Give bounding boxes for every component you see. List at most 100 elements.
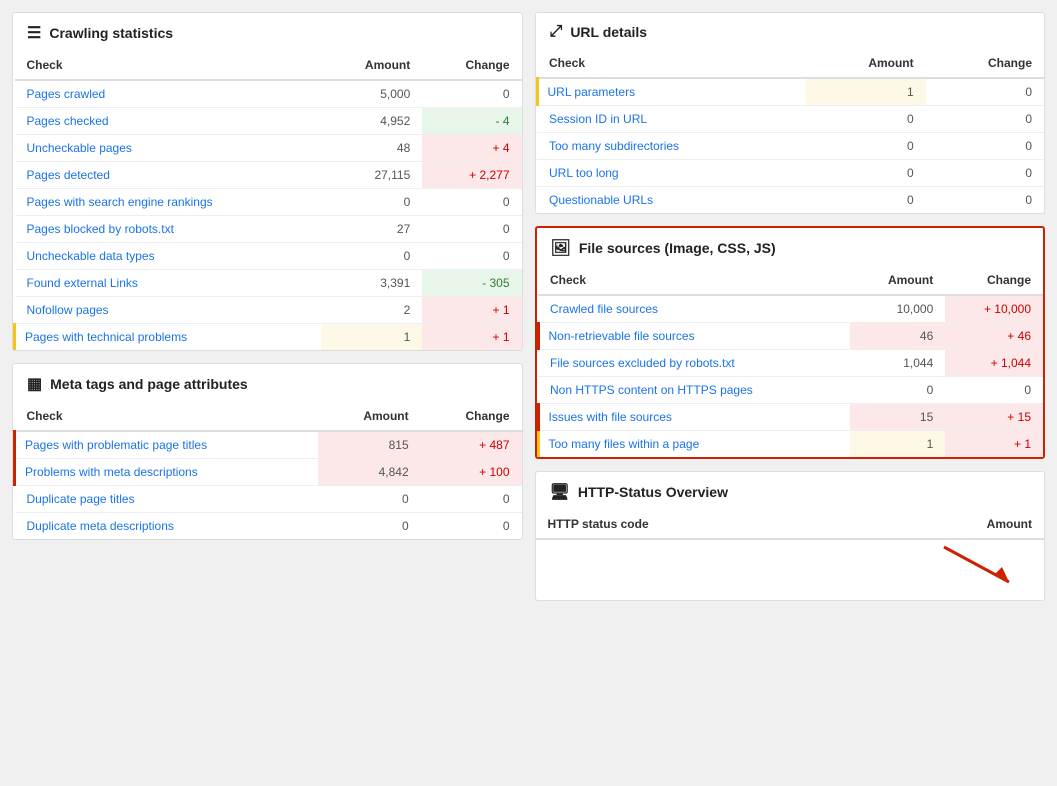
- right-column: ⤢ URL details Check Amount Change URL pa…: [535, 12, 1046, 601]
- check-label[interactable]: Duplicate page titles: [15, 486, 318, 513]
- amount-cell: 3,391: [321, 270, 422, 297]
- left-column: ☰ Crawling statistics Check Amount Chang…: [12, 12, 523, 601]
- change-cell: + 2,277: [422, 162, 521, 189]
- change-cell: - 4: [422, 108, 521, 135]
- crawling-statistics-table: Check Amount Change Pages crawled5,0000P…: [13, 51, 522, 350]
- red-arrow-icon: [934, 537, 1024, 590]
- file-sources-header: 🖼 File sources (Image, CSS, JS): [537, 228, 1044, 266]
- check-label[interactable]: Issues with file sources: [538, 404, 850, 431]
- file-sources-title: File sources (Image, CSS, JS): [579, 240, 776, 256]
- check-label[interactable]: Pages detected: [15, 162, 322, 189]
- meta-tags-header: ▦ Meta tags and page attributes: [13, 364, 522, 402]
- amount-cell: 27: [321, 216, 422, 243]
- change-cell: 0: [926, 133, 1044, 160]
- amount-cell: 1: [321, 324, 422, 351]
- url-details-card: ⤢ URL details Check Amount Change URL pa…: [535, 12, 1046, 214]
- amount-cell: 5,000: [321, 80, 422, 108]
- amount-cell: 0: [850, 377, 945, 404]
- list-icon: ☰: [27, 23, 41, 43]
- check-label[interactable]: URL parameters: [537, 78, 805, 106]
- change-cell: 0: [421, 513, 522, 540]
- check-label[interactable]: File sources excluded by robots.txt: [538, 350, 850, 377]
- check-label[interactable]: Pages blocked by robots.txt: [15, 216, 322, 243]
- check-label[interactable]: Crawled file sources: [538, 295, 850, 323]
- amount-cell: 15: [850, 404, 945, 431]
- change-cell: 0: [945, 377, 1043, 404]
- table-row: Pages checked4,952- 4: [15, 108, 522, 135]
- image-icon: 🖼: [551, 238, 571, 258]
- url-details-title: URL details: [570, 24, 647, 40]
- table-row: Uncheckable pages48+ 4: [15, 135, 522, 162]
- amount-cell: 1,044: [850, 350, 945, 377]
- meta-tags-title: Meta tags and page attributes: [50, 376, 248, 392]
- table-row: URL too long00: [537, 160, 1044, 187]
- table-row: Questionable URLs00: [537, 187, 1044, 214]
- check-label[interactable]: Pages with problematic page titles: [15, 431, 318, 459]
- change-cell: 0: [926, 160, 1044, 187]
- check-label[interactable]: Non-retrievable file sources: [538, 323, 850, 350]
- check-label[interactable]: Found external Links: [15, 270, 322, 297]
- check-label[interactable]: Too many subdirectories: [537, 133, 805, 160]
- change-cell: 0: [926, 106, 1044, 133]
- check-label[interactable]: Questionable URLs: [537, 187, 805, 214]
- change-cell: + 487: [421, 431, 522, 459]
- change-cell: + 46: [945, 323, 1043, 350]
- check-label[interactable]: Uncheckable pages: [15, 135, 322, 162]
- amount-cell: 2: [321, 297, 422, 324]
- url-details-table: Check Amount Change URL parameters10Sess…: [536, 49, 1045, 213]
- http-status-header: 🖥 HTTP-Status Overview: [536, 472, 1045, 510]
- crawling-statistics-title: Crawling statistics: [49, 25, 173, 41]
- check-label[interactable]: Pages crawled: [15, 80, 322, 108]
- check-label[interactable]: Non HTTPS content on HTTPS pages: [538, 377, 850, 404]
- change-cell: 0: [422, 189, 521, 216]
- amount-cell: 0: [318, 513, 421, 540]
- table-row: Crawled file sources10,000+ 10,000: [538, 295, 1043, 323]
- change-cell: + 10,000: [945, 295, 1043, 323]
- http-status-card: 🖥 HTTP-Status Overview HTTP status code …: [535, 471, 1046, 601]
- monitor-icon: 🖥: [550, 482, 570, 502]
- check-label[interactable]: URL too long: [537, 160, 805, 187]
- table-row: Too many files within a page1+ 1: [538, 431, 1043, 458]
- change-cell: + 15: [945, 404, 1043, 431]
- check-label[interactable]: Too many files within a page: [538, 431, 850, 458]
- table-row: Duplicate page titles00: [15, 486, 522, 513]
- table-row: Problems with meta descriptions4,842+ 10…: [15, 459, 522, 486]
- table-row: Pages blocked by robots.txt270: [15, 216, 522, 243]
- table-row: Uncheckable data types00: [15, 243, 522, 270]
- change-cell: + 100: [421, 459, 522, 486]
- table-row: Session ID in URL00: [537, 106, 1044, 133]
- http-col-amount: Amount: [863, 510, 1044, 539]
- check-label[interactable]: Nofollow pages: [15, 297, 322, 324]
- barcode-icon: ▦: [27, 374, 42, 394]
- file-sources-table: Check Amount Change Crawled file sources…: [537, 266, 1044, 457]
- check-label[interactable]: Uncheckable data types: [15, 243, 322, 270]
- amount-cell: 27,115: [321, 162, 422, 189]
- crawling-col-check: Check: [15, 51, 322, 80]
- url-details-header: ⤢ URL details: [536, 13, 1045, 49]
- change-cell: + 1,044: [945, 350, 1043, 377]
- url-col-check: Check: [537, 49, 805, 78]
- check-label[interactable]: Pages with search engine rankings: [15, 189, 322, 216]
- amount-cell: 0: [805, 187, 926, 214]
- check-label[interactable]: Pages with technical problems: [15, 324, 322, 351]
- amount-cell: 1: [850, 431, 945, 458]
- amount-cell: 10,000: [850, 295, 945, 323]
- table-row: Pages crawled5,0000: [15, 80, 522, 108]
- check-label[interactable]: Problems with meta descriptions: [15, 459, 318, 486]
- table-row: Found external Links3,391- 305: [15, 270, 522, 297]
- change-cell: + 4: [422, 135, 521, 162]
- amount-cell: 1: [805, 78, 926, 106]
- table-row: Pages with technical problems1+ 1: [15, 324, 522, 351]
- file-col-check: Check: [538, 266, 850, 295]
- amount-cell: 0: [805, 160, 926, 187]
- check-label[interactable]: Session ID in URL: [537, 106, 805, 133]
- amount-cell: 815: [318, 431, 421, 459]
- amount-cell: 0: [321, 243, 422, 270]
- table-row: Pages with search engine rankings00: [15, 189, 522, 216]
- meta-col-check: Check: [15, 402, 318, 431]
- meta-tags-card: ▦ Meta tags and page attributes Check Am…: [12, 363, 523, 540]
- change-cell: 0: [926, 187, 1044, 214]
- check-label[interactable]: Pages checked: [15, 108, 322, 135]
- check-label[interactable]: Duplicate meta descriptions: [15, 513, 318, 540]
- file-col-amount: Amount: [850, 266, 945, 295]
